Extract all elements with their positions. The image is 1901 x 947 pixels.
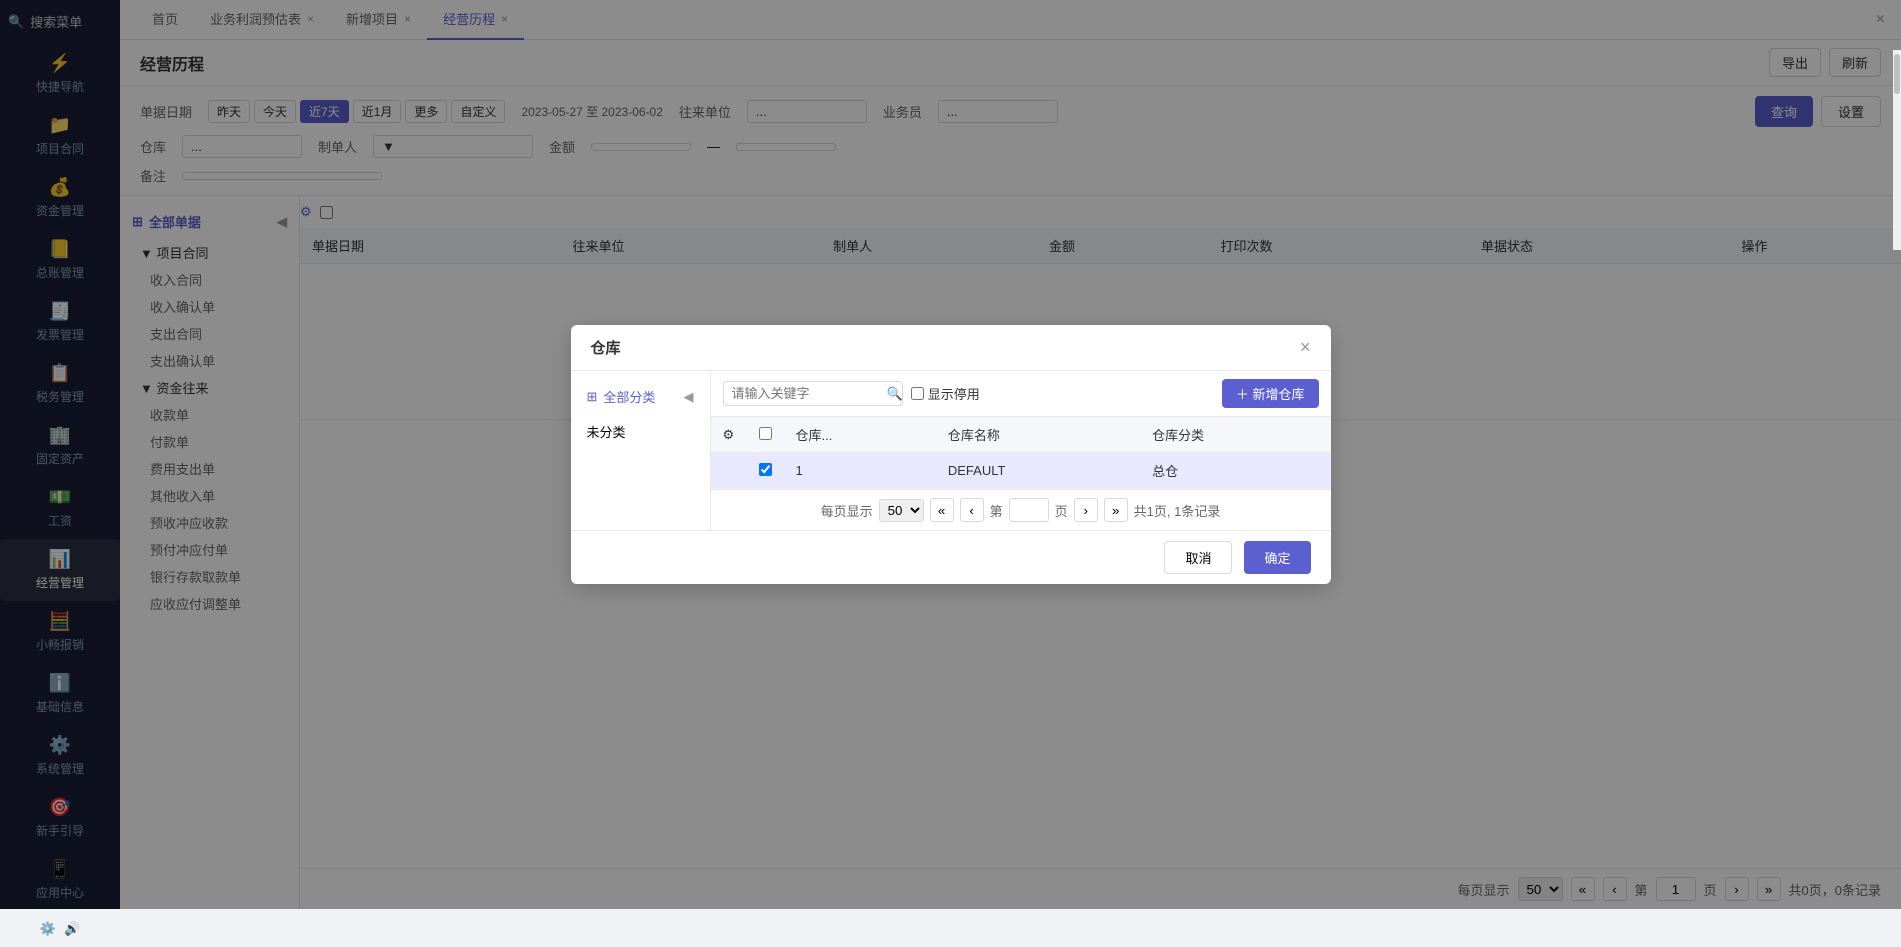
modal-page-num-label: 页 <box>1055 501 1068 520</box>
cancel-button[interactable]: 取消 <box>1164 541 1232 574</box>
modal-unclassified[interactable]: 未分类 <box>571 414 710 449</box>
volume-icon[interactable]: 🔊 <box>64 921 80 937</box>
show-disabled-label: 显示停用 <box>911 384 980 403</box>
modal-warehouse-table: ⚙ 仓库... 仓库名称 仓库分类 <box>711 417 1331 489</box>
modal-last-page[interactable]: » <box>1104 498 1128 522</box>
modal-first-page[interactable]: « <box>930 498 954 522</box>
col-warehouse-name: 仓库名称 <box>936 417 1140 453</box>
modal-per-page-label: 每页显示 <box>821 501 873 520</box>
unclassified-label: 未分类 <box>587 422 626 441</box>
show-disabled-checkbox[interactable] <box>911 387 924 400</box>
modal-main-area: 🔍 显示停用 ＋ 新增仓库 ⚙ <box>711 371 1331 530</box>
table-row[interactable]: 1 DEFAULT 总仓 <box>711 453 1331 489</box>
modal-page-label: 第 <box>990 501 1003 520</box>
grid-small-icon: ⊞ <box>587 389 598 405</box>
col-checkbox <box>747 417 784 453</box>
row-id: 1 <box>784 453 936 489</box>
warehouse-modal: 仓库 × ⊞ 全部分类 ◀ 未分类 <box>571 325 1331 584</box>
modal-title: 仓库 <box>591 337 621 358</box>
row-checkbox <box>747 453 784 489</box>
settings-bottom-icon[interactable]: ⚙️ <box>40 921 56 937</box>
all-category-label: 全部分类 <box>603 387 655 406</box>
modal-overlay[interactable]: 仓库 × ⊞ 全部分类 ◀ 未分类 <box>0 0 1901 909</box>
modal-footer: 取消 确定 <box>571 530 1331 584</box>
modal-all-category[interactable]: ⊞ 全部分类 ◀ <box>571 379 710 414</box>
modal-select-all[interactable] <box>759 427 772 440</box>
col-warehouse-code: 仓库... <box>784 417 936 453</box>
row-select-checkbox[interactable] <box>759 463 772 476</box>
modal-page-size-select[interactable]: 50 <box>879 499 924 522</box>
modal-total-info: 共1页, 1条记录 <box>1134 501 1221 520</box>
modal-table-area: ⚙ 仓库... 仓库名称 仓库分类 <box>711 417 1331 489</box>
modal-next-page[interactable]: › <box>1074 498 1098 522</box>
row-name: 总仓 <box>1140 453 1330 489</box>
row-code: DEFAULT <box>936 453 1140 489</box>
modal-header: 仓库 × <box>571 325 1331 371</box>
modal-search-icon[interactable]: 🔍 <box>887 386 903 402</box>
modal-toolbar: 🔍 显示停用 ＋ 新增仓库 <box>711 371 1331 417</box>
add-warehouse-button[interactable]: ＋ 新增仓库 <box>1222 379 1319 408</box>
row-settings <box>711 453 747 489</box>
modal-close-button[interactable]: × <box>1300 337 1311 358</box>
add-btn-label: ＋ 新增仓库 <box>1236 384 1305 403</box>
modal-page-input[interactable]: 1 <box>1009 498 1049 522</box>
modal-prev-page[interactable]: ‹ <box>960 498 984 522</box>
modal-category-sidebar: ⊞ 全部分类 ◀ 未分类 <box>571 371 711 530</box>
modal-body: ⊞ 全部分类 ◀ 未分类 🔍 <box>571 371 1331 530</box>
col-warehouse-category: 仓库分类 <box>1140 417 1330 453</box>
modal-search-input[interactable] <box>723 381 903 406</box>
col-settings: ⚙ <box>711 417 747 453</box>
sidebar-collapse-btn[interactable]: ◀ <box>684 389 694 405</box>
modal-pagination: 每页显示 50 « ‹ 第 1 页 › » 共1页, 1条记录 <box>711 489 1331 530</box>
confirm-button[interactable]: 确定 <box>1244 541 1310 574</box>
show-disabled-text: 显示停用 <box>928 384 980 403</box>
